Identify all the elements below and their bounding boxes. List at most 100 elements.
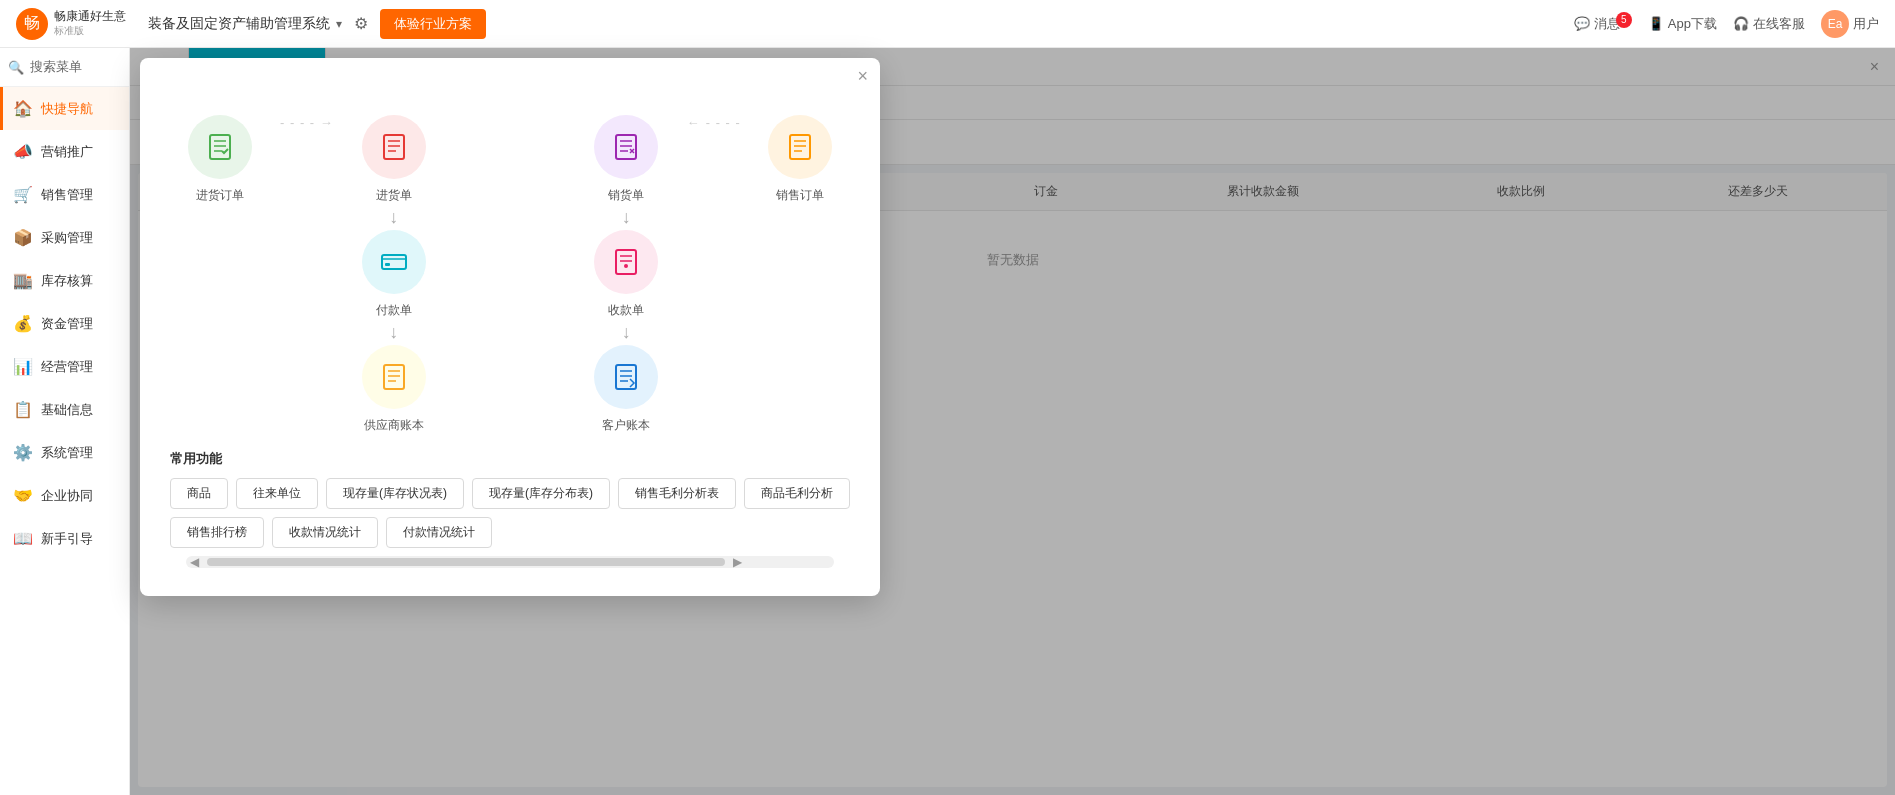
online-service-btn[interactable]: 🎧 在线客服 (1733, 15, 1805, 33)
sidebar: 🔍 搜索菜单 🏠 快捷导航 📣 营销推广 🛒 销售管理 📦 采购管理 🏬 (0, 48, 130, 795)
flow-item-receipt-bill[interactable]: 收款单 (576, 230, 676, 319)
modal-overlay: × 进货订单 - - - - → (130, 48, 1895, 795)
svg-rect-10 (385, 263, 390, 266)
service-icon: 🎧 (1733, 16, 1749, 31)
func-btn-current-stock-status[interactable]: 现存量(库存状况表) (326, 478, 464, 509)
sidebar-item-system[interactable]: ⚙️ 系统管理 (0, 431, 129, 474)
purchase-bill-col: 进货单 ↓ 付款单 ↓ 供应商账本 (344, 115, 444, 434)
func-btn-receipt-stats[interactable]: 收款情况统计 (272, 517, 378, 548)
flow-item-payment-bill[interactable]: 付款单 (344, 230, 444, 319)
func-btn-product-margin-analysis[interactable]: 商品毛利分析 (744, 478, 850, 509)
func-btn-payment-stats[interactable]: 付款情况统计 (386, 517, 492, 548)
inventory-icon: 🏬 (13, 271, 33, 290)
download-icon: 📱 (1648, 16, 1664, 31)
sales-icon: 🛒 (13, 185, 33, 204)
operations-icon: 📊 (13, 357, 33, 376)
func-btn-sales-ranking[interactable]: 销售排行榜 (170, 517, 264, 548)
settings-gear-btn[interactable]: ⚙ (354, 14, 368, 33)
func-btn-sales-margin-analysis[interactable]: 销售毛利分析表 (618, 478, 736, 509)
func-btn-current-stock-dist[interactable]: 现存量(库存分布表) (472, 478, 610, 509)
sale-bill-label: 销货单 (608, 187, 644, 204)
system-title: 装备及固定资产辅助管理系统 ▾ (148, 15, 342, 33)
logo-icon: 畅 (16, 8, 48, 40)
payment-bill-label: 付款单 (376, 302, 412, 319)
svg-point-24 (624, 264, 628, 268)
purchase-bill-icon (362, 115, 426, 179)
sidebar-item-enterprise[interactable]: 🤝 企业协同 (0, 474, 129, 517)
flow-diagram: 进货订单 - - - - → 进货单 ↓ (170, 115, 850, 434)
purchase-bill-label: 进货单 (376, 187, 412, 204)
arrow-h-1: - - - - → (280, 115, 334, 158)
customer-ledger-label: 客户账本 (602, 417, 650, 434)
sidebar-item-marketing[interactable]: 📣 营销推广 (0, 130, 129, 173)
left-flow-col: 进货订单 (170, 115, 270, 204)
svg-rect-0 (210, 135, 230, 159)
modal-scrollbar[interactable]: ◀ ▶ (186, 556, 834, 568)
func-btn-product[interactable]: 商品 (170, 478, 228, 509)
sidebar-item-operations[interactable]: 📊 经营管理 (0, 345, 129, 388)
flow-item-purchase-bill[interactable]: 进货单 (344, 115, 444, 204)
arrow-v-4: ↓ (622, 323, 631, 341)
customer-ledger-icon (594, 345, 658, 409)
sidebar-item-quick-nav[interactable]: 🏠 快捷导航 (0, 87, 129, 130)
svg-rect-21 (616, 250, 636, 274)
message-badge: 5 (1616, 12, 1632, 28)
message-icon: 💬 (1574, 16, 1590, 31)
flow-item-customer-ledger[interactable]: 客户账本 (576, 345, 676, 434)
base-info-icon: 📋 (13, 400, 33, 419)
common-functions-section: 常用功能 商品 往来单位 现存量(库存状况表) 现存量(库存分布表) 销售毛利分… (170, 450, 850, 548)
common-btns-row1: 商品 往来单位 现存量(库存状况表) 现存量(库存分布表) 销售毛利分析表 商品… (170, 478, 850, 509)
user-area[interactable]: Ea 用户 (1821, 10, 1879, 38)
supplier-ledger-icon (362, 345, 426, 409)
flow-item-sale-bill[interactable]: 销货单 (576, 115, 676, 204)
modal-header: × (140, 58, 880, 95)
system-dropdown-btn[interactable]: ▾ (336, 17, 342, 31)
search-menu-btn[interactable]: 🔍 搜索菜单 (0, 48, 129, 87)
scroll-left-btn[interactable]: ◀ (186, 555, 203, 569)
payment-bill-icon (362, 230, 426, 294)
sidebar-item-purchase[interactable]: 📦 采购管理 (0, 216, 129, 259)
scroll-right-btn[interactable]: ▶ (729, 555, 746, 569)
common-btns-row2: 销售排行榜 收款情况统计 付款情况统计 (170, 517, 850, 548)
flow-item-purchase-order[interactable]: 进货订单 (170, 115, 270, 204)
logo-area: 畅 畅康通好生意 标准版 (16, 8, 136, 40)
sidebar-item-finance[interactable]: 💰 资金管理 (0, 302, 129, 345)
svg-rect-4 (384, 135, 404, 159)
modal-close-btn[interactable]: × (857, 66, 868, 87)
system-icon: ⚙️ (13, 443, 33, 462)
svg-rect-25 (616, 365, 636, 389)
modal-dialog: × 进货订单 - - - - → (140, 58, 880, 596)
message-btn[interactable]: 💬 消息 5 (1574, 15, 1632, 33)
sidebar-item-sales[interactable]: 🛒 销售管理 (0, 173, 129, 216)
top-right: 💬 消息 5 📱 App下载 🎧 在线客服 Ea 用户 (1574, 10, 1879, 38)
func-btn-counterpart[interactable]: 往来单位 (236, 478, 318, 509)
receipt-bill-icon (594, 230, 658, 294)
top-bar: 畅 畅康通好生意 标准版 装备及固定资产辅助管理系统 ▾ ⚙ 体验行业方案 💬 … (0, 0, 1895, 48)
svg-rect-8 (382, 255, 406, 269)
sale-order-icon (768, 115, 832, 179)
sidebar-item-newbie[interactable]: 📖 新手引导 (0, 517, 129, 560)
app-download-btn[interactable]: 📱 App下载 (1648, 15, 1717, 33)
sale-bill-icon (594, 115, 658, 179)
logo-text: 畅康通好生意 (54, 9, 126, 25)
purchase-order-label: 进货订单 (196, 187, 244, 204)
sale-bill-col: 销货单 ↓ 收款单 ↓ 客户账本 (576, 115, 676, 434)
sidebar-item-inventory[interactable]: 🏬 库存核算 (0, 259, 129, 302)
svg-rect-11 (384, 365, 404, 389)
search-icon: 🔍 (8, 60, 24, 75)
arrow-v-3: ↓ (622, 208, 631, 226)
flow-item-supplier-ledger[interactable]: 供应商账本 (344, 345, 444, 434)
sidebar-item-base-info[interactable]: 📋 基础信息 (0, 388, 129, 431)
enterprise-icon: 🤝 (13, 486, 33, 505)
arrow-h-2: - - - - → (686, 115, 740, 158)
logo-sub: 标准版 (54, 24, 126, 38)
purchase-order-icon (188, 115, 252, 179)
svg-rect-29 (790, 135, 810, 159)
trial-btn[interactable]: 体验行业方案 (380, 9, 486, 39)
finance-icon: 💰 (13, 314, 33, 333)
common-functions-title: 常用功能 (170, 450, 850, 468)
receipt-bill-label: 收款单 (608, 302, 644, 319)
scroll-bar-thumb[interactable] (207, 558, 725, 566)
flow-item-sale-order[interactable]: 销售订单 (750, 115, 850, 204)
avatar: Ea (1821, 10, 1849, 38)
